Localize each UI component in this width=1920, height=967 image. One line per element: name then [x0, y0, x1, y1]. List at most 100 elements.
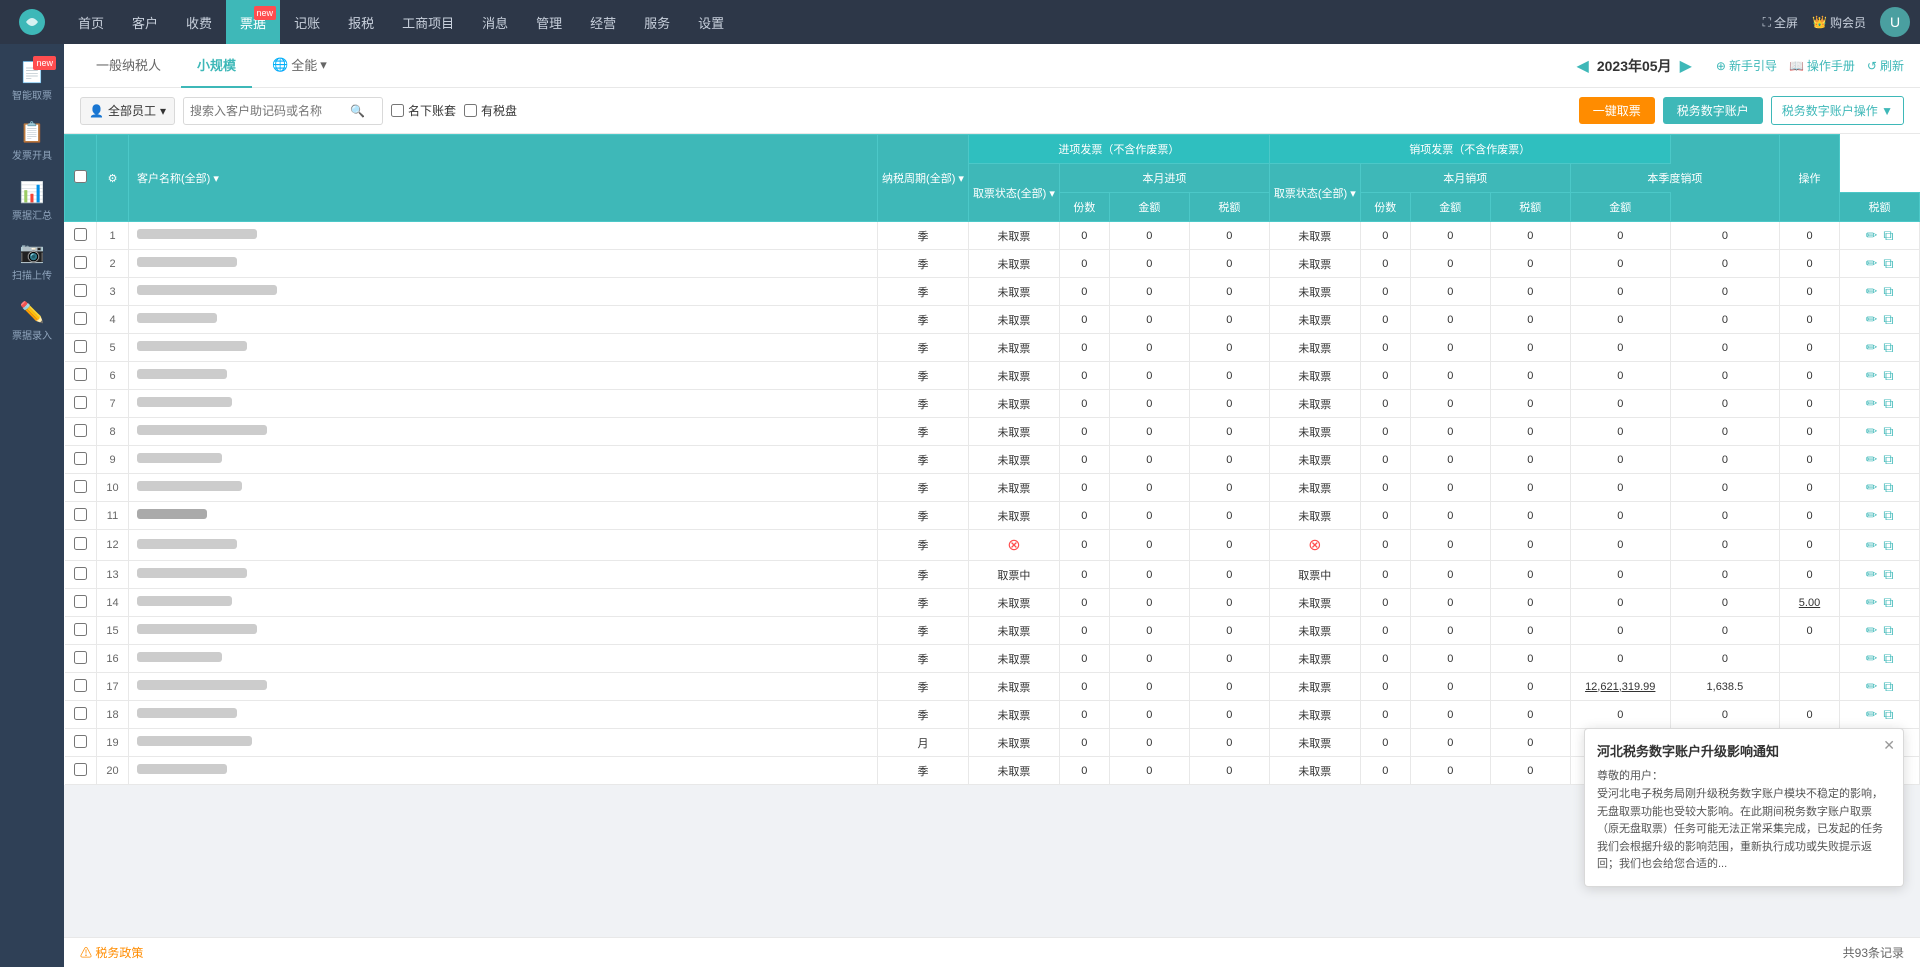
row-checkbox[interactable] — [74, 284, 87, 297]
new-guide-link[interactable]: ⊕ 新手引导 — [1716, 57, 1777, 74]
nav-billing[interactable]: 收费 — [172, 0, 226, 44]
select-all-checkbox[interactable] — [74, 170, 87, 183]
sidebar-item-open-invoice[interactable]: 📋 发票开具 — [0, 112, 64, 170]
nav-service[interactable]: 服务 — [630, 0, 684, 44]
search-input[interactable] — [190, 104, 350, 118]
edit-icon[interactable]: ✏ — [1866, 423, 1878, 440]
edit-icon[interactable]: ✏ — [1866, 367, 1878, 384]
customer-name-cell — [129, 278, 878, 306]
nav-settings[interactable]: 设置 — [684, 0, 738, 44]
nav-tax[interactable]: 报税 — [334, 0, 388, 44]
tax-digital-account-btn[interactable]: 税务数字账户 — [1663, 97, 1763, 124]
row-checkbox[interactable] — [74, 707, 87, 720]
edit-icon[interactable]: ✏ — [1866, 706, 1878, 723]
nav-accounting[interactable]: 记账 — [280, 0, 334, 44]
period-prev-btn[interactable]: ◀ — [1577, 56, 1589, 76]
edit-icon[interactable]: ✏ — [1866, 622, 1878, 639]
edit-icon[interactable]: ✏ — [1866, 283, 1878, 300]
row-checkbox[interactable] — [74, 452, 87, 465]
settings-header[interactable]: ⚙ — [97, 135, 129, 222]
sidebar-item-invoice-entry[interactable]: ✏️ 票据录入 — [0, 292, 64, 350]
has-tax-disk-checkbox[interactable] — [464, 104, 477, 117]
nav-customer[interactable]: 客户 — [118, 0, 172, 44]
notification-close-btn[interactable]: ✕ — [1883, 737, 1895, 754]
sub-account-filter[interactable]: 名下账套 — [391, 102, 456, 119]
row-checkbox[interactable] — [74, 256, 87, 269]
search-icon[interactable]: 🔍 — [350, 104, 365, 118]
edit-icon[interactable]: ✏ — [1866, 395, 1878, 412]
copy-icon[interactable]: ⧉ — [1883, 255, 1893, 272]
sidebar-item-invoice-summary[interactable]: 📊 票据汇总 — [0, 172, 64, 230]
sidebar-item-smart-invoice[interactable]: 📄 new 智能取票 — [0, 52, 64, 110]
copy-icon[interactable]: ⧉ — [1883, 451, 1893, 468]
employee-filter[interactable]: 👤 全部员工 ▾ — [80, 97, 175, 125]
edit-icon[interactable]: ✏ — [1866, 339, 1878, 356]
fullscreen-btn[interactable]: ⛶ 全屏 — [1763, 14, 1798, 31]
period-next-btn[interactable]: ▶ — [1680, 56, 1692, 76]
row-checkbox[interactable] — [74, 396, 87, 409]
copy-icon[interactable]: ⧉ — [1883, 423, 1893, 440]
copy-icon[interactable]: ⧉ — [1883, 311, 1893, 328]
select-all-header[interactable] — [65, 135, 97, 222]
row-checkbox[interactable] — [74, 480, 87, 493]
row-checkbox[interactable] — [74, 537, 87, 550]
row-checkbox[interactable] — [74, 508, 87, 521]
edit-icon[interactable]: ✏ — [1866, 650, 1878, 667]
one-click-invoice-btn[interactable]: 一键取票 — [1579, 97, 1655, 124]
row-checkbox[interactable] — [74, 651, 87, 664]
copy-icon[interactable]: ⧉ — [1883, 227, 1893, 244]
edit-icon[interactable]: ✏ — [1866, 594, 1878, 611]
edit-icon[interactable]: ✏ — [1866, 507, 1878, 524]
row-checkbox[interactable] — [74, 735, 87, 748]
copy-icon[interactable]: ⧉ — [1883, 537, 1893, 554]
tax-policy-link[interactable]: ⚠ 税务政策 — [80, 944, 143, 961]
edit-icon[interactable]: ✏ — [1866, 566, 1878, 583]
sub-account-checkbox[interactable] — [391, 104, 404, 117]
row-checkbox[interactable] — [74, 368, 87, 381]
row-checkbox[interactable] — [74, 312, 87, 325]
nav-business[interactable]: 工商项目 — [388, 0, 468, 44]
nav-manage[interactable]: 管理 — [522, 0, 576, 44]
row-checkbox[interactable] — [74, 567, 87, 580]
copy-icon[interactable]: ⧉ — [1883, 566, 1893, 583]
copy-icon[interactable]: ⧉ — [1883, 594, 1893, 611]
tab-all[interactable]: 🌐 全能 ▾ — [256, 44, 343, 88]
edit-icon[interactable]: ✏ — [1866, 678, 1878, 695]
copy-icon[interactable]: ⧉ — [1883, 678, 1893, 695]
row-checkbox[interactable] — [74, 763, 87, 776]
nav-operation[interactable]: 经营 — [576, 0, 630, 44]
copy-icon[interactable]: ⧉ — [1883, 706, 1893, 723]
copy-icon[interactable]: ⧉ — [1883, 283, 1893, 300]
sidebar-item-scan-upload[interactable]: 📷 扫描上传 — [0, 232, 64, 290]
tab-general-taxpayer[interactable]: 一般纳税人 — [80, 44, 177, 88]
row-checkbox[interactable] — [74, 228, 87, 241]
vip-btn[interactable]: 👑 购会员 — [1812, 14, 1866, 31]
edit-icon[interactable]: ✏ — [1866, 311, 1878, 328]
copy-icon[interactable]: ⧉ — [1883, 395, 1893, 412]
user-avatar[interactable]: U — [1880, 7, 1910, 37]
copy-icon[interactable]: ⧉ — [1883, 479, 1893, 496]
row-checkbox[interactable] — [74, 679, 87, 692]
copy-icon[interactable]: ⧉ — [1883, 622, 1893, 639]
tab-small-scale[interactable]: 小规模 — [181, 44, 252, 88]
row-checkbox[interactable] — [74, 340, 87, 353]
copy-icon[interactable]: ⧉ — [1883, 507, 1893, 524]
edit-icon[interactable]: ✏ — [1866, 255, 1878, 272]
has-tax-disk-filter[interactable]: 有税盘 — [464, 102, 517, 119]
edit-icon[interactable]: ✏ — [1866, 537, 1878, 554]
row-checkbox[interactable] — [74, 595, 87, 608]
edit-icon[interactable]: ✏ — [1866, 479, 1878, 496]
nav-home[interactable]: 首页 — [64, 0, 118, 44]
copy-icon[interactable]: ⧉ — [1883, 367, 1893, 384]
nav-message[interactable]: 消息 — [468, 0, 522, 44]
refresh-link[interactable]: ↺ 刷新 — [1867, 57, 1904, 74]
copy-icon[interactable]: ⧉ — [1883, 650, 1893, 667]
copy-icon[interactable]: ⧉ — [1883, 339, 1893, 356]
edit-icon[interactable]: ✏ — [1866, 451, 1878, 468]
row-checkbox[interactable] — [74, 623, 87, 636]
manual-link[interactable]: 📖 操作手册 — [1789, 57, 1855, 74]
edit-icon[interactable]: ✏ — [1866, 227, 1878, 244]
nav-invoice[interactable]: 票据 new — [226, 0, 280, 44]
tax-digital-ops-btn[interactable]: 税务数字账户操作 ▼ — [1771, 96, 1904, 125]
row-checkbox[interactable] — [74, 424, 87, 437]
